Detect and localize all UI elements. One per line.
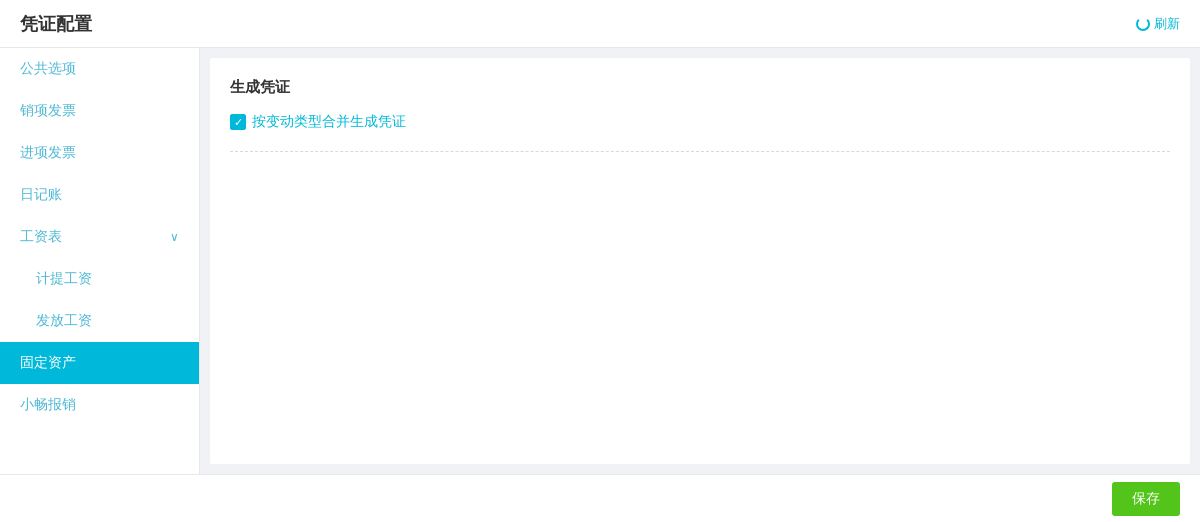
page-wrapper: 凭证配置 刷新 公共选项销项发票进项发票日记账工资表 ∨ 计提工资发放工资固定资产小… <box>0 0 1200 522</box>
checkbox-label: 按变动类型合并生成凭证 <box>252 113 406 131</box>
sidebar-item-calc-salary[interactable]: 计提工资 <box>0 258 199 300</box>
refresh-icon <box>1136 17 1150 31</box>
save-button[interactable]: 保存 <box>1112 482 1180 516</box>
sidebar-item-pay-salary[interactable]: 发放工资 <box>0 300 199 342</box>
sidebar-item-fixed-assets[interactable]: 固定资产 <box>0 342 199 384</box>
section-title: 生成凭证 <box>230 78 1170 97</box>
sidebar-item-payroll-table[interactable]: 工资表 ∨ <box>0 216 199 258</box>
sidebar-item-label: 小畅报销 <box>20 396 76 414</box>
refresh-label: 刷新 <box>1154 15 1180 33</box>
sidebar-item-journal[interactable]: 日记账 <box>0 174 199 216</box>
body: 公共选项销项发票进项发票日记账工资表 ∨ 计提工资发放工资固定资产小畅报销 生成凭证… <box>0 48 1200 474</box>
sidebar-item-label: 进项发票 <box>20 144 76 162</box>
sidebar-item-purchase-invoice[interactable]: 进项发票 <box>0 132 199 174</box>
sidebar-item-label: 公共选项 <box>20 60 76 78</box>
chevron-down-icon: ∨ <box>170 230 179 244</box>
footer: 保存 <box>0 474 1200 522</box>
merge-checkbox[interactable] <box>230 114 246 130</box>
header: 凭证配置 刷新 <box>0 0 1200 48</box>
sidebar-item-sales-invoice[interactable]: 销项发票 <box>0 90 199 132</box>
sidebar-item-label: 销项发票 <box>20 102 76 120</box>
sidebar-item-label: 日记账 <box>20 186 62 204</box>
sidebar-item-petty-expense[interactable]: 小畅报销 <box>0 384 199 426</box>
divider <box>230 151 1170 152</box>
sidebar-item-public-options[interactable]: 公共选项 <box>0 48 199 90</box>
page-title: 凭证配置 <box>20 12 92 36</box>
sidebar-item-label: 发放工资 <box>36 312 92 330</box>
sidebar-item-label: 固定资产 <box>20 354 76 372</box>
checkbox-wrapper[interactable]: 按变动类型合并生成凭证 <box>230 113 406 131</box>
refresh-button[interactable]: 刷新 <box>1136 15 1180 33</box>
sidebar-item-label: 工资表 <box>20 228 62 246</box>
sidebar-item-label: 计提工资 <box>36 270 92 288</box>
checkbox-row: 按变动类型合并生成凭证 <box>230 113 1170 131</box>
sidebar: 公共选项销项发票进项发票日记账工资表 ∨ 计提工资发放工资固定资产小畅报销 <box>0 48 200 474</box>
main-content: 生成凭证 按变动类型合并生成凭证 <box>210 58 1190 464</box>
